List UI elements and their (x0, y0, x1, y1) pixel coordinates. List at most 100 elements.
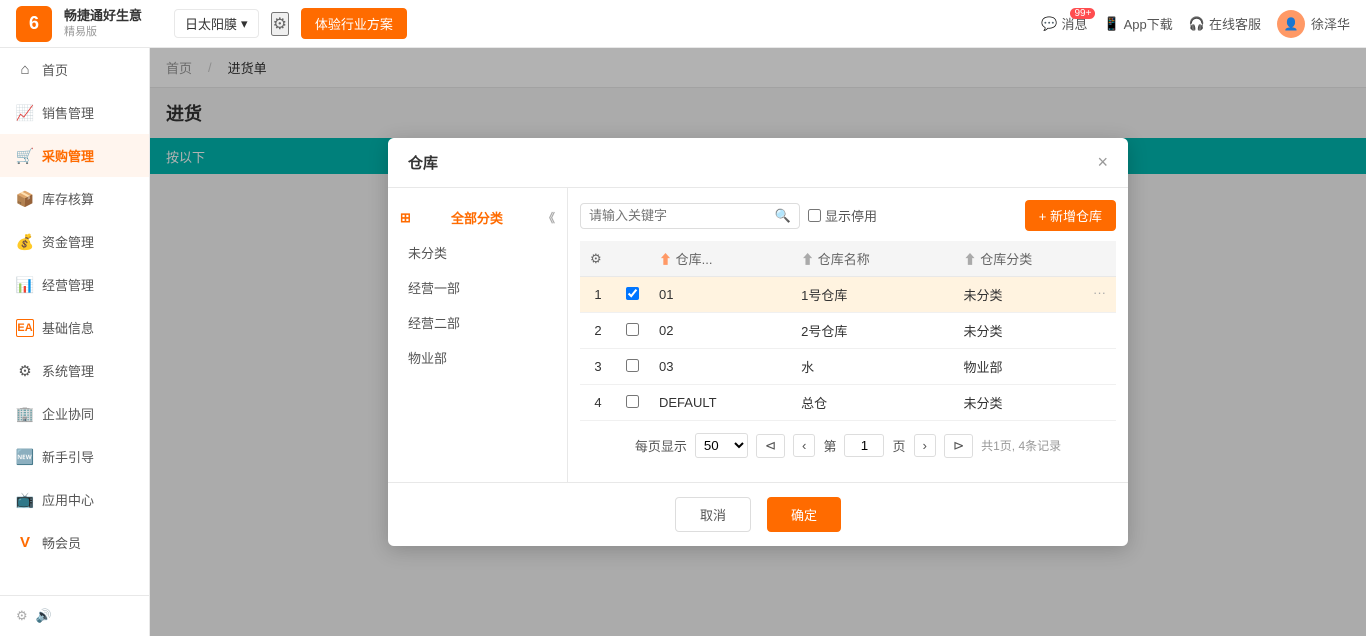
row-code: 02 (649, 313, 791, 349)
show-disabled-checkbox[interactable]: 显示停用 (808, 206, 877, 225)
table-row[interactable]: 2 02 2号仓库 未分类 (580, 313, 1116, 349)
disabled-checkbox[interactable] (808, 209, 821, 222)
row-code: DEFAULT (649, 385, 791, 421)
avatar: 👤 (1277, 10, 1305, 38)
app-icon: 📱 (1103, 16, 1119, 32)
dialog-header: 仓库 × (388, 138, 1128, 188)
category-unclassified[interactable]: 未分类 (388, 235, 567, 270)
sidebar-label-app: 应用中心 (42, 490, 94, 509)
sidebar-item-purchase[interactable]: 🛒 采购管理 (0, 134, 149, 177)
settings-bottom-icon[interactable]: ⚙ (16, 608, 28, 624)
sidebar-label-basic-info: 基础信息 (42, 318, 94, 337)
collapse-icon[interactable]: 《 (543, 209, 555, 226)
dialog-title: 仓库 (408, 152, 438, 173)
row-category: 物业部 (954, 349, 1116, 385)
warehouse-dialog: 仓库 × ⊞ 全部分类 《 未分类 (388, 138, 1128, 546)
table-row[interactable]: 4 DEFAULT 总仓 未分类 (580, 385, 1116, 421)
sales-icon: 📈 (16, 104, 34, 122)
user-menu[interactable]: 👤 徐泽华 (1277, 10, 1350, 38)
top-header: 6 畅捷通好生意 精易版 日太阳膜 ▾ ⚙ 体验行业方案 💬 消息 99+ 📱 … (0, 0, 1366, 48)
finance-icon: 💰 (16, 233, 34, 251)
basic-info-icon: EA (16, 319, 34, 337)
trial-button[interactable]: 体验行业方案 (301, 8, 407, 39)
page-suffix: 页 (892, 436, 905, 455)
table-row[interactable]: 3 03 水 物业部 (580, 349, 1116, 385)
search-icon: 🔍 (775, 208, 791, 224)
sort-icon3: ⬆ (964, 252, 977, 267)
row-checkbox[interactable] (626, 395, 639, 408)
header-right: 💬 消息 99+ 📱 App下载 🎧 在线客服 👤 徐泽华 (1041, 10, 1350, 38)
th-category: ⬆ 仓库分类 (954, 241, 1116, 277)
all-category-button[interactable]: ⊞ 全部分类 《 (388, 200, 567, 235)
sidebar-label-operations: 经营管理 (42, 275, 94, 294)
sidebar-item-member[interactable]: V 畅会员 (0, 521, 149, 564)
enterprise-icon: 🏢 (16, 405, 34, 423)
system-icon: ⚙ (16, 362, 34, 380)
last-page-button[interactable]: ⊳ (944, 434, 973, 458)
th-settings: ⚙ (580, 241, 616, 277)
sidebar-item-operations[interactable]: 📊 经营管理 (0, 263, 149, 306)
message-badge: 99+ (1070, 8, 1095, 19)
sidebar-item-inventory[interactable]: 📦 库存核算 (0, 177, 149, 220)
sidebar-label-purchase: 采购管理 (42, 146, 94, 165)
total-label: 共1页, 4条记录 (981, 437, 1061, 454)
add-warehouse-button[interactable]: + 新增仓库 (1025, 200, 1116, 231)
row-category: 未分类 (954, 385, 1116, 421)
table-row[interactable]: 1 01 1号仓库 未分类··· (580, 277, 1116, 313)
search-input[interactable] (589, 208, 775, 223)
row-checkbox-cell (616, 313, 649, 349)
sidebar: ⌂ 首页 📈 销售管理 🛒 采购管理 📦 库存核算 💰 资金管理 📊 经营管理 … (0, 48, 150, 636)
sidebar-item-system[interactable]: ⚙ 系统管理 (0, 349, 149, 392)
purchase-icon: 🛒 (16, 147, 34, 165)
sort-icon2: ⬆ (801, 252, 814, 267)
row-checkbox-cell (616, 349, 649, 385)
row-code: 01 (649, 277, 791, 313)
store-selector[interactable]: 日太阳膜 ▾ (174, 9, 259, 38)
table-panel: 🔍 显示停用 + 新增仓库 ⚙ (568, 188, 1128, 482)
row-number: 4 (580, 385, 616, 421)
sidebar-item-enterprise[interactable]: 🏢 企业协同 (0, 392, 149, 435)
main-content: 首页 / 进货单 进货 按以下 仓库 × ⊞ (150, 48, 1366, 636)
sidebar-item-basic-info[interactable]: EA 基础信息 (0, 306, 149, 349)
row-checkbox[interactable] (626, 323, 639, 336)
sidebar-item-guide[interactable]: 🆕 新手引导 (0, 435, 149, 478)
customer-service-button[interactable]: 🎧 在线客服 (1189, 14, 1261, 33)
volume-icon[interactable]: 🔊 (36, 608, 52, 624)
message-button[interactable]: 💬 消息 99+ (1041, 14, 1087, 33)
row-checkbox-cell (616, 385, 649, 421)
pagination: 每页显示 50 100 200 ⊲ ‹ 第 页 › (580, 421, 1116, 470)
sidebar-item-app[interactable]: 📺 应用中心 (0, 478, 149, 521)
table-toolbar: 🔍 显示停用 + 新增仓库 (580, 200, 1116, 231)
brand-name: 畅捷通好生意 (64, 8, 142, 25)
th-code: ⬆ 仓库... (649, 241, 791, 277)
category-property[interactable]: 物业部 (388, 340, 567, 375)
next-page-button[interactable]: › (914, 434, 936, 457)
sidebar-label-finance: 资金管理 (42, 232, 94, 251)
operations-icon: 📊 (16, 276, 34, 294)
grid-icon: ⊞ (400, 210, 411, 226)
dialog-body: ⊞ 全部分类 《 未分类 经营一部 经营二部 (388, 188, 1128, 482)
row-category: 未分类 (954, 313, 1116, 349)
sidebar-label-enterprise: 企业协同 (42, 404, 94, 423)
page-number-input[interactable] (844, 434, 884, 457)
sidebar-item-home[interactable]: ⌂ 首页 (0, 48, 149, 91)
sidebar-item-sales[interactable]: 📈 销售管理 (0, 91, 149, 134)
category-ops2[interactable]: 经营二部 (388, 305, 567, 340)
cancel-button[interactable]: 取消 (675, 497, 751, 532)
row-checkbox[interactable] (626, 359, 639, 372)
first-page-button[interactable]: ⊲ (756, 434, 785, 458)
sidebar-label-guide: 新手引导 (42, 447, 94, 466)
prev-page-button[interactable]: ‹ (793, 434, 815, 457)
app-center-icon: 📺 (16, 491, 34, 509)
dialog-footer: 取消 确定 (388, 482, 1128, 546)
app-download-button[interactable]: 📱 App下载 (1103, 14, 1172, 33)
gear-button[interactable]: ⚙ (271, 12, 289, 36)
per-page-label: 每页显示 (635, 436, 687, 455)
confirm-button[interactable]: 确定 (767, 497, 841, 532)
per-page-select[interactable]: 50 100 200 (695, 433, 748, 458)
sidebar-label-system: 系统管理 (42, 361, 94, 380)
row-checkbox[interactable] (626, 287, 639, 300)
category-ops1[interactable]: 经营一部 (388, 270, 567, 305)
close-button[interactable]: × (1097, 152, 1108, 173)
sidebar-item-finance[interactable]: 💰 资金管理 (0, 220, 149, 263)
